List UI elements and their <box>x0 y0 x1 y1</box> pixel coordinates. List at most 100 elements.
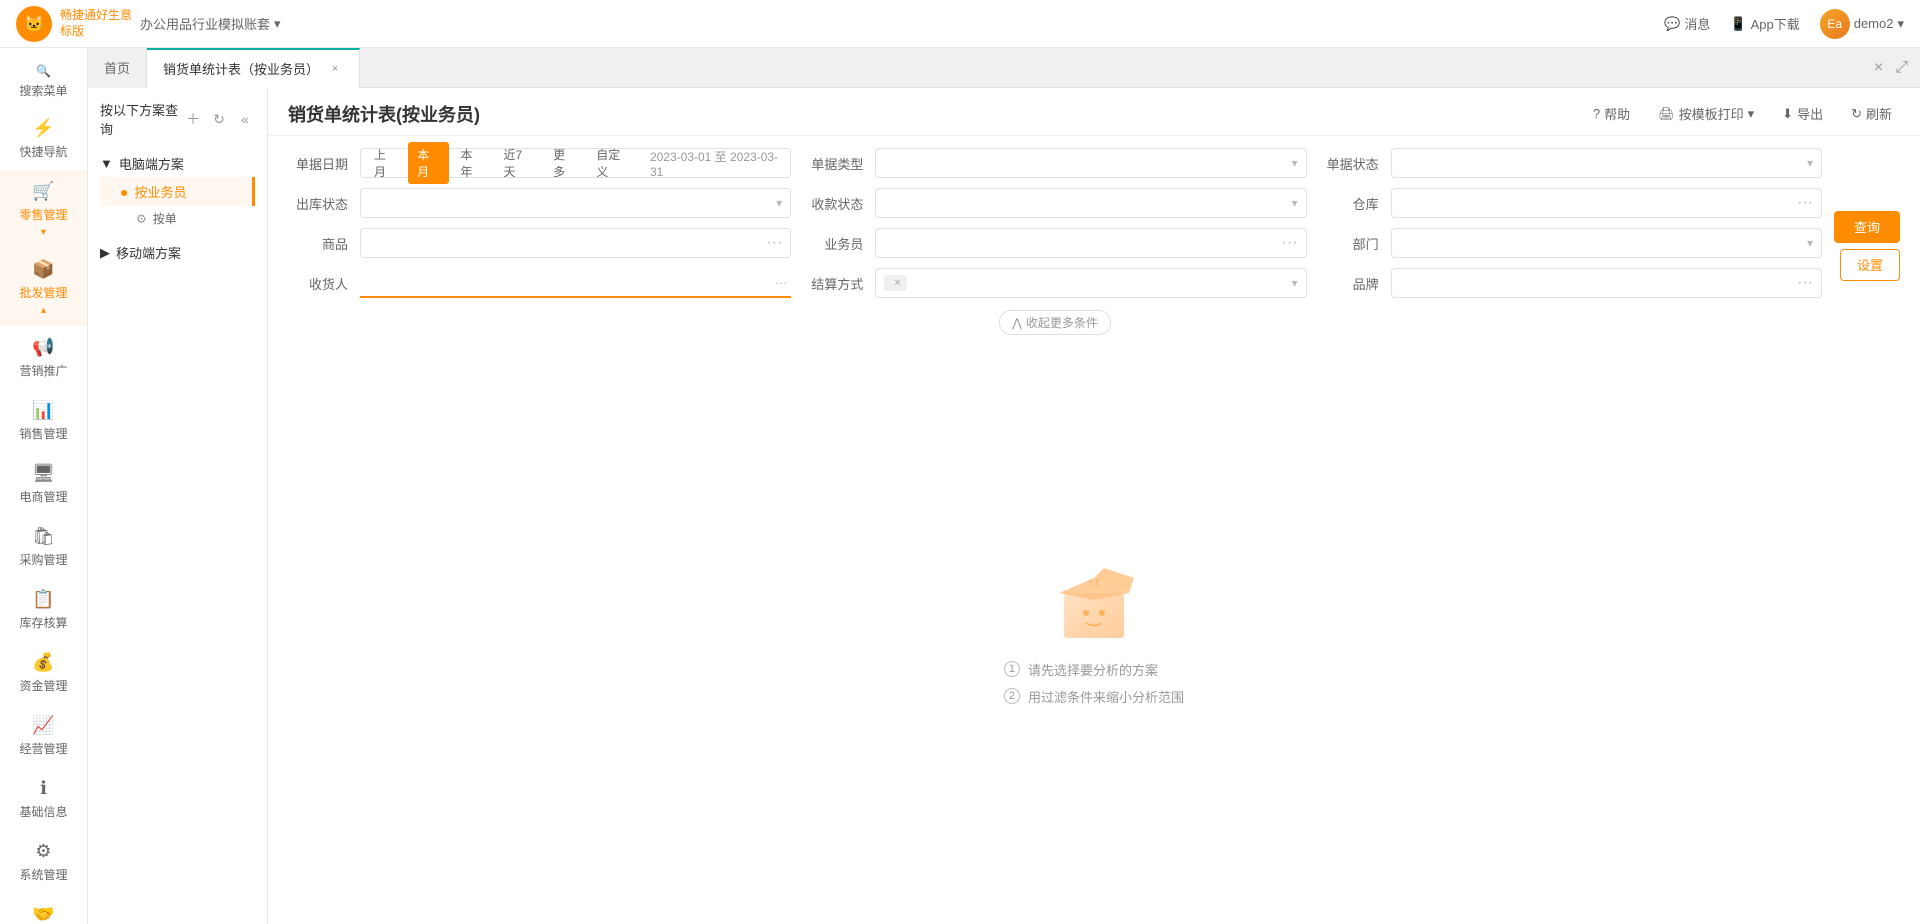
right-content: 销货单统计表(按业务员) ? 帮助 🖨 按模板打印 ▾ ⬇ <box>268 88 1920 924</box>
date-btn-this-month[interactable]: 本月 <box>408 142 449 184</box>
sidebar: 🔍 搜索菜单 ⚡ 快捷导航 🛒 零售管理 ▾ 📦 批发管理 ▴ 📢 营销推广 📊… <box>0 48 88 924</box>
sidebar-item-collab[interactable]: 🤝 企业协同 <box>0 893 87 924</box>
date-btn-more[interactable]: 更多 <box>544 142 585 184</box>
print-icon: 🖨 <box>1658 106 1675 122</box>
app-download-button[interactable]: 📱 App下载 <box>1730 14 1799 33</box>
sidebar-item-management[interactable]: 📈 经营管理 <box>0 704 87 767</box>
sidebar-item-system[interactable]: ⚙ 系统管理 <box>0 830 87 893</box>
page-actions: ? 帮助 🖨 按模板打印 ▾ ⬇ 导出 ↻ <box>1585 100 1900 127</box>
print-button[interactable]: 🖨 按模板打印 ▾ <box>1650 100 1762 127</box>
out-status-label: 出库状态 <box>288 194 348 213</box>
panel-collapse-button[interactable]: « <box>235 109 255 129</box>
settlement-tag: × <box>884 275 906 291</box>
collapse-button[interactable]: ⋀ 收起更多条件 <box>999 310 1111 335</box>
chevron-down-icon: ▾ <box>274 16 281 32</box>
basic-info-icon: ℹ <box>33 777 55 799</box>
scheme-category-pc: ▼ 电脑端方案 ● 按业务员 ⚙ 按单 <box>88 146 267 235</box>
tab-active-report[interactable]: 销货单统计表（按业务员） × <box>147 48 360 88</box>
main-layout: 🔍 搜索菜单 ⚡ 快捷导航 🛒 零售管理 ▾ 📦 批发管理 ▴ 📢 营销推广 📊… <box>0 48 1920 924</box>
collect-status-select[interactable]: ▾ <box>875 188 1306 218</box>
user-menu[interactable]: Ea demo2 ▾ <box>1820 9 1904 39</box>
sidebar-item-sales[interactable]: 📊 销售管理 <box>0 389 87 452</box>
warehouse-select[interactable]: ··· <box>1391 188 1822 218</box>
sidebar-item-retail[interactable]: 🛒 零售管理 ▾ <box>0 170 87 248</box>
query-button[interactable]: 查询 <box>1834 211 1900 243</box>
dept-arrow-icon: ▾ <box>1807 236 1813 250</box>
doc-type-select[interactable]: ▾ <box>875 148 1306 178</box>
empty-state-icon: ↑↑ <box>1044 558 1144 648</box>
doc-status-arrow-icon: ▾ <box>1807 156 1813 170</box>
dept-select[interactable]: ▾ <box>1391 228 1822 258</box>
date-label: 单据日期 <box>288 154 348 173</box>
settlement-label: 结算方式 <box>803 274 863 293</box>
date-btn-7days[interactable]: 近7天 <box>494 142 542 184</box>
right-buttons: 查询 设置 <box>1834 148 1900 339</box>
sidebar-item-purchase[interactable]: 🛍 采购管理 <box>0 515 87 578</box>
settlement-tag-close[interactable]: × <box>894 277 900 289</box>
sidebar-item-marketing[interactable]: 📢 营销推广 <box>0 326 87 389</box>
product-select[interactable]: ··· <box>360 228 791 258</box>
doc-status-select[interactable]: ▾ <box>1391 148 1822 178</box>
scheme-item-salesperson[interactable]: ● 按业务员 <box>100 177 255 206</box>
tab-home[interactable]: 首页 <box>88 48 147 88</box>
message-button[interactable]: 💬 消息 <box>1664 14 1710 33</box>
page-title: 销货单统计表(按业务员) <box>288 101 480 127</box>
wholesale-icon: 📦 <box>33 258 55 280</box>
quick-nav-icon: ⚡ <box>33 117 55 139</box>
logo-text: 畅捷通好生意 标版 <box>60 8 132 39</box>
tab-fullscreen-icon[interactable]: ⤢ <box>1895 59 1908 77</box>
receiver-input[interactable]: ··· <box>360 268 791 298</box>
out-status-select[interactable]: ▾ <box>360 188 791 218</box>
date-btn-this-year[interactable]: 本年 <box>451 142 492 184</box>
sidebar-item-finance[interactable]: 💰 资金管理 <box>0 641 87 704</box>
collect-status-arrow-icon: ▾ <box>1292 196 1298 210</box>
date-range-text: 2023-03-01 至 2023-03-31 <box>650 148 786 179</box>
tab-close-button[interactable]: × <box>327 61 343 77</box>
panel-header: 按以下方案查询 ＋ ↻ « <box>88 100 267 146</box>
settlement-select[interactable]: × ▾ <box>875 268 1306 298</box>
top-header: 🐱 畅捷通好生意 标版 办公用品行业模拟账套 ▾ 💬 消息 📱 App下载 Ea… <box>0 0 1920 48</box>
salesperson-select[interactable]: ··· <box>875 228 1306 258</box>
date-btn-custom[interactable]: 自定义 <box>587 142 640 184</box>
brand-select[interactable]: ··· <box>1391 268 1822 298</box>
doc-type-label: 单据类型 <box>803 154 863 173</box>
collapse-icon: ⋀ <box>1012 316 1022 330</box>
panel-add-button[interactable]: ＋ <box>183 109 203 129</box>
hint-item-2: 2 用过滤条件来缩小分析范围 <box>1004 687 1184 706</box>
brand-dots-icon: ··· <box>1797 274 1813 292</box>
tab-bar: 首页 销货单统计表（按业务员） × × ⤢ <box>88 48 1920 88</box>
empty-state: ↑↑ 1 请先选择要分析的方案 2 用过滤条件来缩小分析范围 <box>268 339 1920 924</box>
sidebar-search[interactable]: 🔍 搜索菜单 <box>0 56 87 107</box>
help-button[interactable]: ? 帮助 <box>1585 100 1638 127</box>
header-right: 💬 消息 📱 App下载 Ea demo2 ▾ <box>1664 9 1904 39</box>
print-chevron-icon: ▾ <box>1748 106 1755 122</box>
page-header: 销货单统计表(按业务员) ? 帮助 🖨 按模板打印 ▾ ⬇ <box>268 88 1920 136</box>
scheme-category-pc-title[interactable]: ▼ 电脑端方案 <box>100 150 255 177</box>
empty-hints: 1 请先选择要分析的方案 2 用过滤条件来缩小分析范围 <box>1004 660 1184 706</box>
tab-close-all-icon[interactable]: × <box>1874 59 1883 77</box>
hint-num-2: 2 <box>1004 688 1020 704</box>
filter-row-4: 收货人 ··· 结算方式 × ▾ <box>288 268 1822 298</box>
panel-icons: ＋ ↻ « <box>183 109 255 129</box>
sidebar-item-basic-info[interactable]: ℹ 基础信息 <box>0 767 87 830</box>
sidebar-item-ecommerce[interactable]: 🖥 电商管理 <box>0 452 87 515</box>
hint-item-1: 1 请先选择要分析的方案 <box>1004 660 1184 679</box>
filter-row-3: 商品 ··· 业务员 ··· 部门 <box>288 228 1822 258</box>
sidebar-item-wholesale[interactable]: 📦 批发管理 ▴ <box>0 248 87 326</box>
account-dropdown[interactable]: 办公用品行业模拟账套 ▾ <box>140 14 281 33</box>
inventory-icon: 📋 <box>33 588 55 610</box>
sidebar-item-inventory[interactable]: 📋 库存核算 <box>0 578 87 641</box>
export-button[interactable]: ⬇ 导出 <box>1774 100 1831 127</box>
sidebar-item-quick-nav[interactable]: ⚡ 快捷导航 <box>0 107 87 170</box>
date-selector[interactable]: 上月 本月 本年 近7天 更多 自定义 2023-03-01 至 2023-03… <box>360 148 791 178</box>
scheme-sub-item-order[interactable]: ⚙ 按单 <box>100 206 255 231</box>
scheme-category-mobile-title[interactable]: ▶ 移动端方案 <box>100 239 255 266</box>
brand-label: 品牌 <box>1319 274 1379 293</box>
panel-refresh-button[interactable]: ↻ <box>209 109 229 129</box>
refresh-button[interactable]: ↻ 刷新 <box>1843 100 1900 127</box>
avatar: Ea <box>1820 9 1850 39</box>
marketing-icon: 📢 <box>33 336 55 358</box>
date-btn-last-month[interactable]: 上月 <box>365 142 406 184</box>
setting-button[interactable]: 设置 <box>1840 249 1900 281</box>
retail-icon: 🛒 <box>33 180 55 202</box>
